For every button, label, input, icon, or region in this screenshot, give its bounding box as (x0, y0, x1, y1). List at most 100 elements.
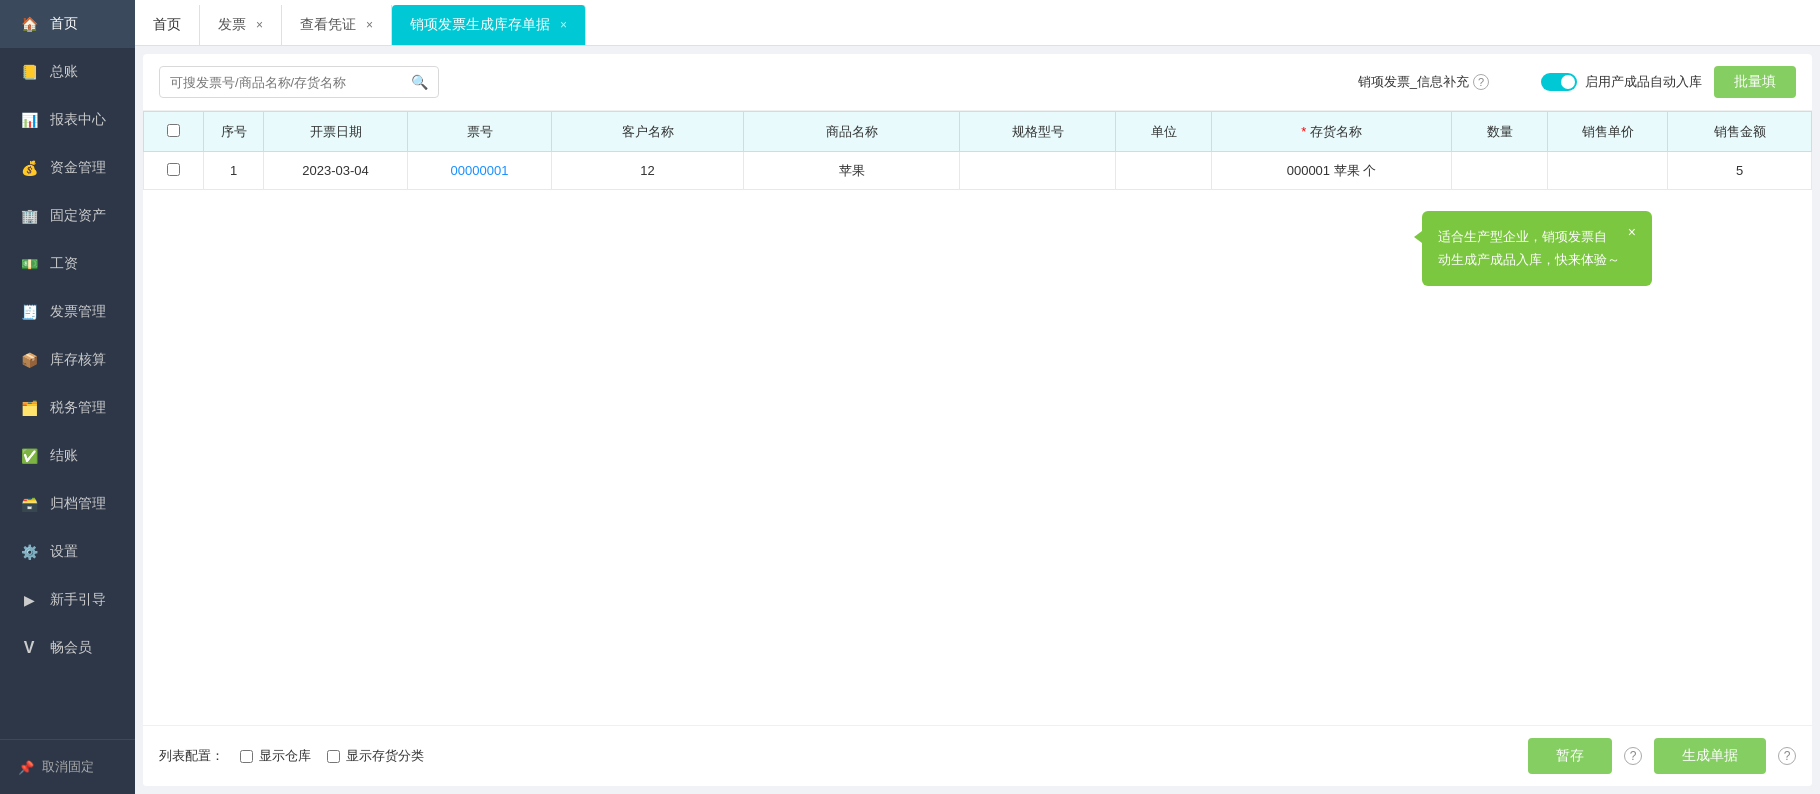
sidebar-item-label: 税务管理 (50, 399, 106, 417)
payroll-icon: 💵 (18, 253, 40, 275)
tab-cancel-invoice-label: 销项发票生成库存单据 (410, 16, 550, 34)
td-seq: 1 (204, 152, 264, 190)
td-qty (1452, 152, 1548, 190)
th-qty: 数量 (1452, 112, 1548, 152)
sidebar-item-closing[interactable]: ✅ 结账 (0, 432, 135, 480)
table-row: 1 2023-03-04 00000001 12 苹果 000001 苹果 个 … (144, 152, 1812, 190)
sidebar-item-label: 固定资产 (50, 207, 106, 225)
show-warehouse-label: 显示仓库 (259, 747, 311, 765)
fund-icon: 💰 (18, 157, 40, 179)
tooltip-close-button[interactable]: × (1628, 225, 1636, 239)
show-warehouse-checkbox[interactable] (240, 750, 253, 763)
tab-invoice-close[interactable]: × (256, 18, 263, 32)
save-button[interactable]: 暂存 (1528, 738, 1612, 774)
batch-fill-button[interactable]: 批量填 (1714, 66, 1796, 98)
report-icon: 📊 (18, 109, 40, 131)
page-content: 🔍 销项发票_信息补充 ? 启用产成品自动入库 批量填 (143, 54, 1812, 786)
cancel-pin-label: 取消固定 (42, 758, 94, 776)
home-icon: 🏠 (18, 13, 40, 35)
th-amount: 销售金额 (1668, 112, 1812, 152)
auto-warehouse-toggle[interactable] (1541, 73, 1577, 91)
sidebar-item-label: 设置 (50, 543, 78, 561)
footer-category-group: 显示存货分类 (327, 747, 424, 765)
generate-help-icon[interactable]: ? (1778, 747, 1796, 765)
sidebar-item-invoice-management[interactable]: 🧾 发票管理 (0, 288, 135, 336)
td-spec (960, 152, 1116, 190)
td-customer: 12 (552, 152, 744, 190)
sidebar-item-report-center[interactable]: 📊 报表中心 (0, 96, 135, 144)
th-date: 开票日期 (264, 112, 408, 152)
sidebar-item-home[interactable]: 🏠 首页 (0, 0, 135, 48)
sidebar-item-guide[interactable]: ▶ 新手引导 (0, 576, 135, 624)
sidebar-item-label: 畅会员 (50, 639, 92, 657)
tab-invoice-label: 发票 (218, 16, 246, 34)
th-price: 销售单价 (1548, 112, 1668, 152)
tab-cancel-invoice-close[interactable]: × (560, 18, 567, 32)
tax-icon: 🗂️ (18, 397, 40, 419)
save-help-icon[interactable]: ? (1624, 747, 1642, 765)
settings-icon: ⚙️ (18, 541, 40, 563)
sidebar-item-label: 归档管理 (50, 495, 106, 513)
tab-view-voucher-close[interactable]: × (366, 18, 373, 32)
info-label-text: 销项发票_信息补充 (1358, 73, 1469, 91)
toggle-area: 启用产成品自动入库 (1541, 73, 1702, 91)
data-table: 序号 开票日期 票号 客户名称 商品名称 规格型号 单位 存货名称 数量 销售单… (143, 111, 1812, 190)
sidebar-item-label: 结账 (50, 447, 78, 465)
sidebar-item-fixed-assets[interactable]: 🏢 固定资产 (0, 192, 135, 240)
generate-button[interactable]: 生成单据 (1654, 738, 1766, 774)
td-price (1548, 152, 1668, 190)
footer-warehouse-group: 显示仓库 (240, 747, 311, 765)
sidebar-item-label: 发票管理 (50, 303, 106, 321)
tab-view-voucher[interactable]: 查看凭证 × (282, 5, 392, 45)
main-area: 首页 发票 × 查看凭证 × 销项发票生成库存单据 × 🔍 销项发票_信息补充 … (135, 0, 1820, 794)
td-checkbox[interactable] (144, 152, 204, 190)
tooltip-box: × 适合生产型企业，销项发票自动生成产成品入库，快来体验～ (1422, 211, 1652, 286)
td-unit (1116, 152, 1212, 190)
tab-bar: 首页 发票 × 查看凭证 × 销项发票生成库存单据 × (135, 0, 1820, 46)
tab-view-voucher-label: 查看凭证 (300, 16, 356, 34)
row-checkbox[interactable] (167, 163, 180, 176)
sidebar-item-label: 资金管理 (50, 159, 106, 177)
td-goods: 苹果 (744, 152, 960, 190)
cancel-pin-button[interactable]: 📌 取消固定 (0, 748, 135, 786)
guide-icon: ▶ (18, 589, 40, 611)
info-icon[interactable]: ? (1473, 74, 1489, 90)
sidebar-item-label: 总账 (50, 63, 78, 81)
sidebar-item-vip[interactable]: V 畅会员 (0, 624, 135, 672)
show-category-label: 显示存货分类 (346, 747, 424, 765)
td-amount: 5 (1668, 152, 1812, 190)
th-spec: 规格型号 (960, 112, 1116, 152)
toolbar: 🔍 销项发票_信息补充 ? 启用产成品自动入库 批量填 (143, 54, 1812, 111)
sidebar-item-inventory[interactable]: 📦 库存核算 (0, 336, 135, 384)
tooltip-text: 适合生产型企业，销项发票自动生成产成品入库，快来体验～ (1438, 229, 1620, 267)
sidebar-item-label: 报表中心 (50, 111, 106, 129)
ledger-icon: 📒 (18, 61, 40, 83)
sidebar-item-general-ledger[interactable]: 📒 总账 (0, 48, 135, 96)
show-category-checkbox[interactable] (327, 750, 340, 763)
th-customer: 客户名称 (552, 112, 744, 152)
td-stock-name[interactable]: 000001 苹果 个 (1212, 152, 1452, 190)
sidebar-item-label: 库存核算 (50, 351, 106, 369)
select-all-checkbox[interactable] (167, 124, 180, 137)
sidebar-item-tax[interactable]: 🗂️ 税务管理 (0, 384, 135, 432)
tab-invoice[interactable]: 发票 × (200, 5, 282, 45)
sidebar-item-label: 工资 (50, 255, 78, 273)
sidebar-item-fund-management[interactable]: 💰 资金管理 (0, 144, 135, 192)
sidebar-item-settings[interactable]: ⚙️ 设置 (0, 528, 135, 576)
td-number[interactable]: 00000001 (408, 152, 552, 190)
assets-icon: 🏢 (18, 205, 40, 227)
search-box[interactable]: 🔍 (159, 66, 439, 98)
search-input[interactable] (170, 75, 405, 90)
th-checkbox (144, 112, 204, 152)
tab-home-label: 首页 (153, 16, 181, 34)
info-label: 销项发票_信息补充 ? (1358, 73, 1489, 91)
invoice-number-link[interactable]: 00000001 (451, 163, 509, 178)
sidebar-item-label: 新手引导 (50, 591, 106, 609)
sidebar-item-payroll[interactable]: 💵 工资 (0, 240, 135, 288)
sidebar-item-label: 首页 (50, 15, 78, 33)
sidebar-item-archive[interactable]: 🗃️ 归档管理 (0, 480, 135, 528)
footer-config-label: 列表配置： (159, 747, 224, 765)
tab-home[interactable]: 首页 (135, 5, 200, 45)
vip-icon: V (18, 637, 40, 659)
tab-cancel-invoice[interactable]: 销项发票生成库存单据 × (392, 5, 586, 45)
